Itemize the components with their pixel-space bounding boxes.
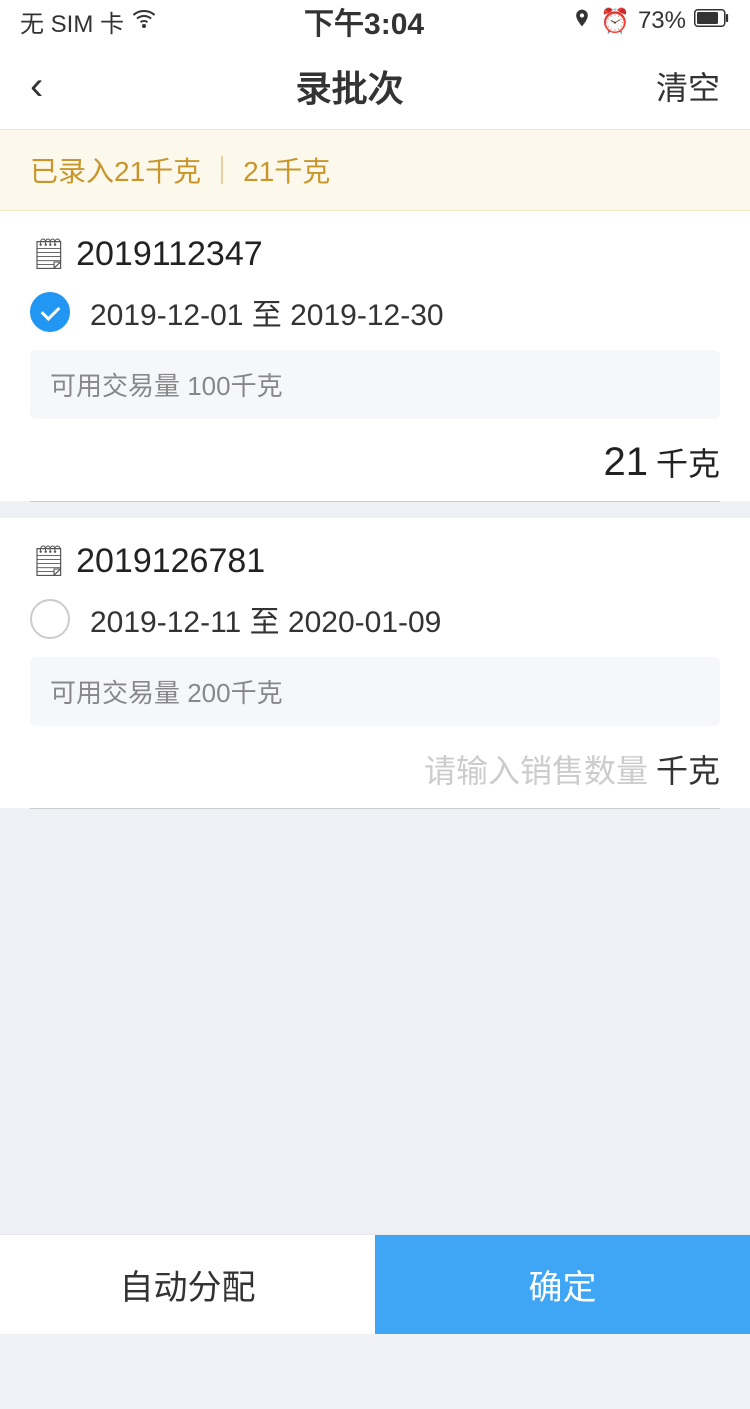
batch-id-icon-2: 🗒 (30, 544, 68, 579)
input-unit-2: 千克 (656, 746, 720, 792)
batch-id-text-1: 2019112347 (76, 235, 263, 274)
batch-date-row-2[interactable]: 2019-12-11 至 2020-01-09 (30, 597, 720, 641)
battery-label: 73% (638, 7, 686, 35)
back-button[interactable]: ‹ (30, 66, 43, 106)
batch-id-icon-1: 🗒 (30, 237, 68, 272)
summary-bar: 已录入21千克 21千克 (0, 130, 750, 211)
radio-button-1[interactable] (30, 292, 70, 332)
batch-available-text-2: 可用交易量 200千克 (50, 678, 283, 708)
batch-available-text-1: 可用交易量 100千克 (50, 371, 283, 401)
batch-id-row-2: 🗒 2019126781 (30, 542, 720, 581)
battery-icon (694, 7, 730, 35)
batch-date-row-1[interactable]: 2019-12-01 至 2019-12-30 (30, 290, 720, 334)
batch-available-row-2: 可用交易量 200千克 (30, 657, 720, 726)
batch-item-1: 🗒 2019112347 2019-12-01 至 2019-12-30 可用交… (0, 211, 750, 419)
nav-bar: ‹ 录批次 清空 (0, 42, 750, 130)
status-right: ⏰ 73% (572, 7, 730, 36)
radio-button-2[interactable] (30, 599, 70, 639)
input-row-2: 请输入销售数量 千克 (0, 726, 750, 808)
clear-button[interactable]: 清空 (656, 63, 720, 109)
status-bar: 无 SIM 卡 下午3:04 ⏰ 73% (0, 0, 750, 42)
amount-value-1[interactable]: 21 (603, 440, 648, 485)
batch-id-text-2: 2019126781 (76, 542, 265, 581)
amount-unit-1: 千克 (656, 439, 720, 485)
amount-row-1: 21 千克 (0, 419, 750, 501)
bottom-bar: 自动分配 确定 (0, 1234, 750, 1334)
no-sim-label: 无 SIM 卡 (20, 4, 124, 39)
status-left: 无 SIM 卡 (20, 4, 156, 39)
status-time: 下午3:04 (304, 0, 424, 43)
batch-item-2: 🗒 2019126781 2019-12-11 至 2020-01-09 可用交… (0, 518, 750, 726)
input-placeholder-2[interactable]: 请输入销售数量 (424, 746, 648, 792)
confirm-button[interactable]: 确定 (375, 1235, 750, 1334)
summary-recorded: 已录入21千克 (30, 150, 201, 190)
wifi-icon (132, 6, 156, 37)
page-container: 无 SIM 卡 下午3:04 ⏰ 73% (0, 0, 750, 1409)
alarm-icon: ⏰ (600, 7, 630, 36)
location-icon (572, 7, 592, 35)
page-title: 录批次 (296, 60, 404, 112)
batch-id-row-1: 🗒 2019112347 (30, 235, 720, 274)
batch-date-text-1: 2019-12-01 至 2019-12-30 (90, 290, 444, 334)
batch-available-row-1: 可用交易量 100千克 (30, 350, 720, 419)
batch-date-text-2: 2019-12-11 至 2020-01-09 (90, 597, 441, 641)
summary-divider (221, 156, 223, 184)
section-separator (0, 502, 750, 518)
auto-distribute-button[interactable]: 自动分配 (0, 1235, 375, 1334)
summary-total: 21千克 (243, 150, 330, 190)
